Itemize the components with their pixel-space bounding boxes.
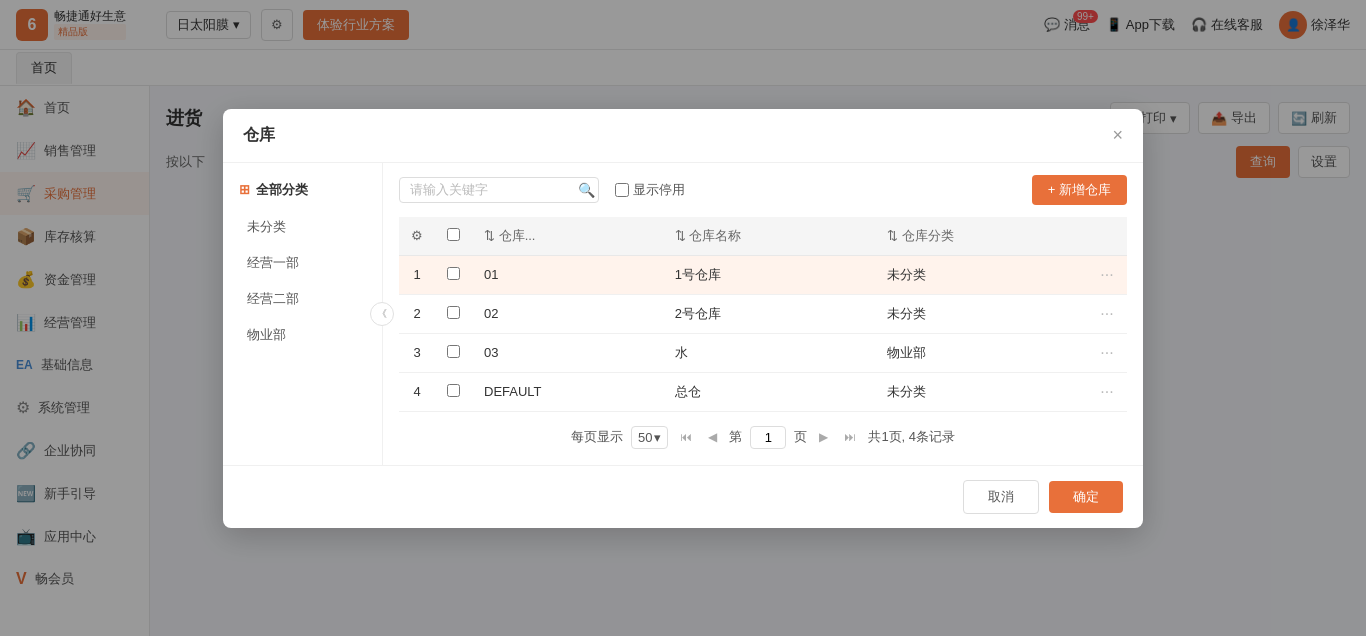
row-num: 1	[399, 255, 435, 294]
row-num: 3	[399, 333, 435, 372]
search-icon[interactable]: 🔍	[578, 182, 595, 198]
row-category: 未分类	[875, 372, 1087, 411]
cat-item-property[interactable]: 物业部	[223, 317, 382, 353]
category-header-label: 全部分类	[256, 181, 308, 199]
row-num: 2	[399, 294, 435, 333]
table-toolbar: 🔍 显示停用 + 新增仓库	[399, 175, 1127, 205]
row-num: 4	[399, 372, 435, 411]
modal-overlay: 仓库 × ⊞ 全部分类 未分类 经营一部 经营二部	[0, 0, 1366, 636]
th-checkbox	[435, 217, 472, 256]
cancel-button[interactable]: 取消	[963, 480, 1039, 514]
row-category: 未分类	[875, 255, 1087, 294]
modal-title: 仓库	[243, 125, 275, 146]
th-code-label: 仓库...	[499, 228, 536, 243]
cat-dept2-label: 经营二部	[247, 291, 299, 306]
row-more[interactable]: ···	[1087, 372, 1127, 411]
table-row[interactable]: 3 03 水 物业部 ···	[399, 333, 1127, 372]
search-input[interactable]	[410, 182, 578, 197]
modal-body: ⊞ 全部分类 未分类 经营一部 经营二部 物业部 《	[223, 163, 1143, 465]
settings-icon: ⚙	[411, 228, 423, 243]
more-icon: ···	[1100, 266, 1113, 283]
next-page-button[interactable]: ▶	[815, 428, 832, 446]
row-checkbox	[435, 294, 472, 333]
cat-item-dept2[interactable]: 经营二部	[223, 281, 382, 317]
row-checkbox	[435, 372, 472, 411]
th-code: ⇅ 仓库...	[472, 217, 663, 256]
cat-item-dept1[interactable]: 经营一部	[223, 245, 382, 281]
pagination: 每页显示 50 ▾ ⏮ ◀ 第 页 ▶ ⏭ 共1页, 4条记录	[399, 412, 1127, 453]
row-code: 03	[472, 333, 663, 372]
row-name: 总仓	[663, 372, 875, 411]
row-code: DEFAULT	[472, 372, 663, 411]
cat-dept1-label: 经营一部	[247, 255, 299, 270]
page-number-input[interactable]	[750, 426, 786, 449]
table-area: 🔍 显示停用 + 新增仓库 ⚙	[383, 163, 1143, 465]
modal-close-button[interactable]: ×	[1112, 125, 1123, 146]
th-name-sort-icon: ⇅	[675, 228, 686, 243]
table-row[interactable]: 1 01 1号仓库 未分类 ···	[399, 255, 1127, 294]
confirm-button[interactable]: 确定	[1049, 481, 1123, 513]
category-collapse-button[interactable]: 《	[370, 302, 394, 326]
th-category: ⇅ 仓库分类	[875, 217, 1087, 256]
row-name: 水	[663, 333, 875, 372]
first-page-button[interactable]: ⏮	[676, 428, 696, 446]
show-disabled-checkbox[interactable]	[615, 183, 629, 197]
row-3-checkbox[interactable]	[447, 345, 460, 358]
table-row[interactable]: 2 02 2号仓库 未分类 ···	[399, 294, 1127, 333]
row-2-checkbox[interactable]	[447, 306, 460, 319]
th-category-label: 仓库分类	[902, 228, 954, 243]
add-warehouse-button[interactable]: + 新增仓库	[1032, 175, 1127, 205]
warehouse-table: ⚙ ⇅ 仓库... ⇅ 仓库名称	[399, 217, 1127, 412]
modal-header: 仓库 ×	[223, 109, 1143, 163]
cat-uncategorized-label: 未分类	[247, 219, 286, 234]
row-name: 1号仓库	[663, 255, 875, 294]
row-checkbox	[435, 333, 472, 372]
search-box: 🔍	[399, 177, 599, 203]
row-more[interactable]: ···	[1087, 333, 1127, 372]
th-name-label: 仓库名称	[689, 228, 741, 243]
th-settings: ⚙	[399, 217, 435, 256]
row-category: 未分类	[875, 294, 1087, 333]
cat-item-uncategorized[interactable]: 未分类	[223, 209, 382, 245]
last-page-button[interactable]: ⏭	[840, 428, 860, 446]
per-page-select[interactable]: 50 ▾	[631, 426, 668, 449]
row-more[interactable]: ···	[1087, 294, 1127, 333]
more-icon: ···	[1100, 344, 1113, 361]
show-disabled-area: 显示停用	[615, 181, 685, 199]
table-header-row: ⚙ ⇅ 仓库... ⇅ 仓库名称	[399, 217, 1127, 256]
modal-footer: 取消 确定	[223, 465, 1143, 528]
grid-icon: ⊞	[239, 182, 250, 197]
total-info: 共1页, 4条记录	[868, 428, 955, 446]
per-page-chevron: ▾	[654, 430, 661, 445]
more-icon: ···	[1100, 383, 1113, 400]
cat-property-label: 物业部	[247, 327, 286, 342]
more-icon: ···	[1100, 305, 1113, 322]
row-checkbox	[435, 255, 472, 294]
th-name: ⇅ 仓库名称	[663, 217, 875, 256]
row-code: 02	[472, 294, 663, 333]
category-sidebar: ⊞ 全部分类 未分类 经营一部 经营二部 物业部 《	[223, 163, 383, 465]
page-word: 第	[729, 428, 742, 446]
row-category: 物业部	[875, 333, 1087, 372]
table-row[interactable]: 4 DEFAULT 总仓 未分类 ···	[399, 372, 1127, 411]
row-code: 01	[472, 255, 663, 294]
row-4-checkbox[interactable]	[447, 384, 460, 397]
th-cat-sort-icon: ⇅	[887, 228, 898, 243]
row-more[interactable]: ···	[1087, 255, 1127, 294]
sort-icon: ⇅	[484, 228, 495, 243]
row-1-checkbox[interactable]	[447, 267, 460, 280]
select-all-checkbox[interactable]	[447, 228, 460, 241]
prev-page-button[interactable]: ◀	[704, 428, 721, 446]
page-unit: 页	[794, 428, 807, 446]
warehouse-modal: 仓库 × ⊞ 全部分类 未分类 经营一部 经营二部	[223, 109, 1143, 528]
show-disabled-label: 显示停用	[633, 181, 685, 199]
row-name: 2号仓库	[663, 294, 875, 333]
th-actions	[1087, 217, 1127, 256]
per-page-label: 每页显示	[571, 428, 623, 446]
per-page-value: 50	[638, 430, 652, 445]
table-body: 1 01 1号仓库 未分类 ··· 2 02 2号仓库 未分类	[399, 255, 1127, 411]
category-header: ⊞ 全部分类	[223, 171, 382, 209]
